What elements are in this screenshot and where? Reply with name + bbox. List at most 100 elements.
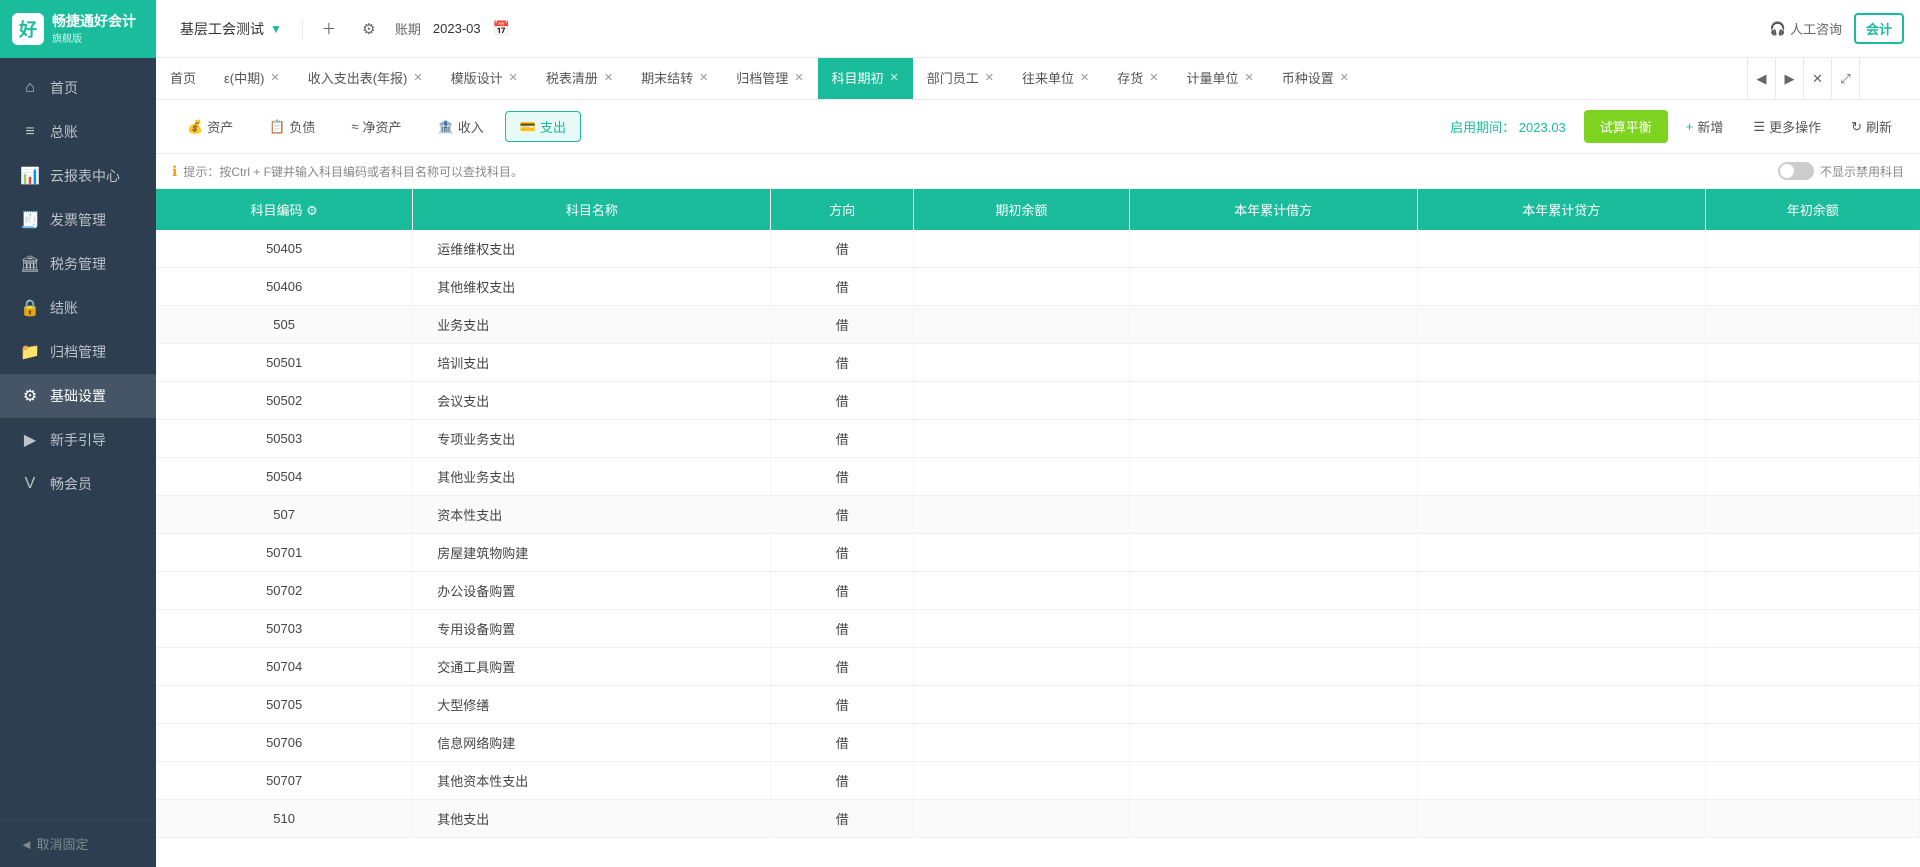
cell-year-opening [1705, 496, 1919, 534]
filter-tab-income[interactable]: 🏦 收入 [423, 111, 499, 142]
add-company-btn[interactable]: ＋ [315, 15, 343, 43]
tab-close-icon[interactable]: ✕ [890, 71, 899, 84]
tab-subject-opening[interactable]: 科目期初 ✕ [818, 58, 913, 100]
tab-midterm[interactable]: ε(中期) ✕ [210, 58, 294, 100]
settings-icon: ⚙ [20, 386, 40, 406]
table-row[interactable]: 50702 办公设备购置 借 [156, 572, 1920, 610]
more-btn[interactable]: ☰ 更多操作 [1741, 111, 1833, 142]
tab-close-icon[interactable]: ✕ [1244, 71, 1253, 84]
sidebar-item-tax[interactable]: 🏛 税务管理 [0, 242, 156, 286]
sidebar-item-invoice[interactable]: 🧾 发票管理 [0, 198, 156, 242]
home-icon: ⌂ [20, 79, 40, 97]
tab-label: 计量单位 [1186, 68, 1238, 87]
refresh-btn[interactable]: ↻ 刷新 [1839, 111, 1904, 142]
tab-close-icon[interactable]: ✕ [1149, 71, 1158, 84]
tab-home[interactable]: 首页 [156, 58, 210, 100]
company-selector[interactable]: 基层工会测试 ▼ [172, 15, 290, 43]
settings-gear-btn[interactable]: ⚙ [355, 15, 383, 43]
filter-tab-assets[interactable]: 💰 资产 [172, 111, 248, 142]
table-row[interactable]: 50405 运维维权支出 借 [156, 230, 1920, 268]
table-row[interactable]: 50504 其他业务支出 借 [156, 458, 1920, 496]
tab-contacts[interactable]: 往来单位 ✕ [1008, 58, 1103, 100]
sidebar-item-settings[interactable]: ⚙ 基础设置 [0, 374, 156, 418]
table-row[interactable]: 510 其他支出 借 [156, 800, 1920, 838]
tab-expand-btn[interactable]: ⤢ [1832, 58, 1860, 100]
tabbar: 首页 ε(中期) ✕ 收入支出表(年报) ✕ 模版设计 ✕ 税表清册 ✕ 期末结… [156, 58, 1920, 100]
add-btn[interactable]: + 新增 [1674, 111, 1736, 142]
tab-currency[interactable]: 币种设置 ✕ [1268, 58, 1363, 100]
table-row[interactable]: 507 资本性支出 借 [156, 496, 1920, 534]
table-row[interactable]: 50406 其他维权支出 借 [156, 268, 1920, 306]
service-btn[interactable]: 🎧 人工咨询 [1770, 19, 1842, 38]
tab-close-icon[interactable]: ✕ [985, 71, 994, 84]
balance-btn[interactable]: 试算平衡 [1584, 110, 1668, 143]
cell-ytd-debit [1129, 496, 1417, 534]
cell-ytd-credit [1417, 762, 1705, 800]
tab-close-all-btn[interactable]: ✕ [1804, 58, 1832, 100]
tab-tax-list[interactable]: 税表清册 ✕ [532, 58, 627, 100]
tab-template[interactable]: 模版设计 ✕ [437, 58, 532, 100]
table-row[interactable]: 50703 专用设备购置 借 [156, 610, 1920, 648]
table-row[interactable]: 50706 信息网络购建 借 [156, 724, 1920, 762]
tab-next-btn[interactable]: ▶ [1776, 58, 1804, 100]
cell-name: 专用设备购置 [413, 610, 771, 648]
cell-code: 50704 [156, 648, 413, 686]
cell-opening [914, 458, 1129, 496]
tab-units[interactable]: 计量单位 ✕ [1172, 58, 1267, 100]
table-row[interactable]: 50704 交通工具购置 借 [156, 648, 1920, 686]
archive-icon: 📁 [20, 342, 40, 362]
filter-tab-liabilities[interactable]: 📋 负债 [254, 111, 330, 142]
table-row[interactable]: 50707 其他资本性支出 借 [156, 762, 1920, 800]
table-row[interactable]: 50501 培训支出 借 [156, 344, 1920, 382]
tab-close-icon[interactable]: ✕ [509, 71, 518, 84]
tab-close-icon[interactable]: ✕ [413, 71, 422, 84]
tab-inventory[interactable]: 存货 ✕ [1103, 58, 1172, 100]
cell-ytd-credit [1417, 268, 1705, 306]
sidebar-item-home[interactable]: ⌂ 首页 [0, 66, 156, 110]
tab-close-icon[interactable]: ✕ [270, 71, 279, 84]
sidebar-item-close[interactable]: 🔒 结账 [0, 286, 156, 330]
table-row[interactable]: 50502 会议支出 借 [156, 382, 1920, 420]
tab-close-icon[interactable]: ✕ [604, 71, 613, 84]
company-name: 基层工会测试 [180, 19, 264, 39]
tab-period-end[interactable]: 期末结转 ✕ [627, 58, 722, 100]
table-row[interactable]: 50503 专项业务支出 借 [156, 420, 1920, 458]
toggle-switch[interactable] [1778, 162, 1814, 180]
cell-opening [914, 268, 1129, 306]
table-row[interactable]: 50705 大型修缮 借 [156, 686, 1920, 724]
sidebar-item-ledger[interactable]: ≡ 总账 [0, 110, 156, 154]
tab-close-icon[interactable]: ✕ [699, 71, 708, 84]
account-btn[interactable]: 会计 [1854, 13, 1904, 44]
sidebar-item-reports[interactable]: 📊 云报表中心 [0, 154, 156, 198]
app-sub: 旗舰版 [52, 30, 136, 45]
table-row[interactable]: 50701 房屋建筑物购建 借 [156, 534, 1920, 572]
sidebar-item-archive[interactable]: 📁 归档管理 [0, 330, 156, 374]
tab-close-icon[interactable]: ✕ [794, 71, 803, 84]
filter-tab-expenditure[interactable]: 💳 支出 [505, 111, 581, 142]
cell-dir: 借 [771, 458, 914, 496]
cell-name: 专项业务支出 [413, 420, 771, 458]
tab-department[interactable]: 部门员工 ✕ [913, 58, 1008, 100]
cell-ytd-credit [1417, 458, 1705, 496]
tab-annual-report[interactable]: 收入支出表(年报) ✕ [294, 58, 437, 100]
calendar-icon[interactable]: 📅 [493, 20, 510, 37]
cell-ytd-debit [1129, 800, 1417, 838]
tab-archive[interactable]: 归档管理 ✕ [722, 58, 817, 100]
cell-ytd-debit [1129, 686, 1417, 724]
collapse-sidebar-btn[interactable]: ◄ 取消固定 [0, 819, 156, 867]
close-account-icon: 🔒 [20, 298, 40, 318]
cell-year-opening [1705, 344, 1919, 382]
col-ytd-debit: 本年累计借方 [1129, 189, 1417, 230]
tab-close-icon[interactable]: ✕ [1340, 71, 1349, 84]
col-opening: 期初余额 [914, 189, 1129, 230]
tab-close-icon[interactable]: ✕ [1080, 71, 1089, 84]
sidebar-item-member[interactable]: V 畅会员 [0, 462, 156, 506]
col-settings-icon[interactable]: ⚙ [306, 203, 318, 218]
filter-tab-net-assets[interactable]: ≈ 净资产 [336, 111, 416, 142]
tab-prev-btn[interactable]: ◀ [1748, 58, 1776, 100]
sidebar-item-guide[interactable]: ▶ 新手引导 [0, 418, 156, 462]
cell-code: 50706 [156, 724, 413, 762]
cell-ytd-credit [1417, 686, 1705, 724]
tax-icon: 🏛 [20, 254, 40, 274]
table-row[interactable]: 505 业务支出 借 [156, 306, 1920, 344]
